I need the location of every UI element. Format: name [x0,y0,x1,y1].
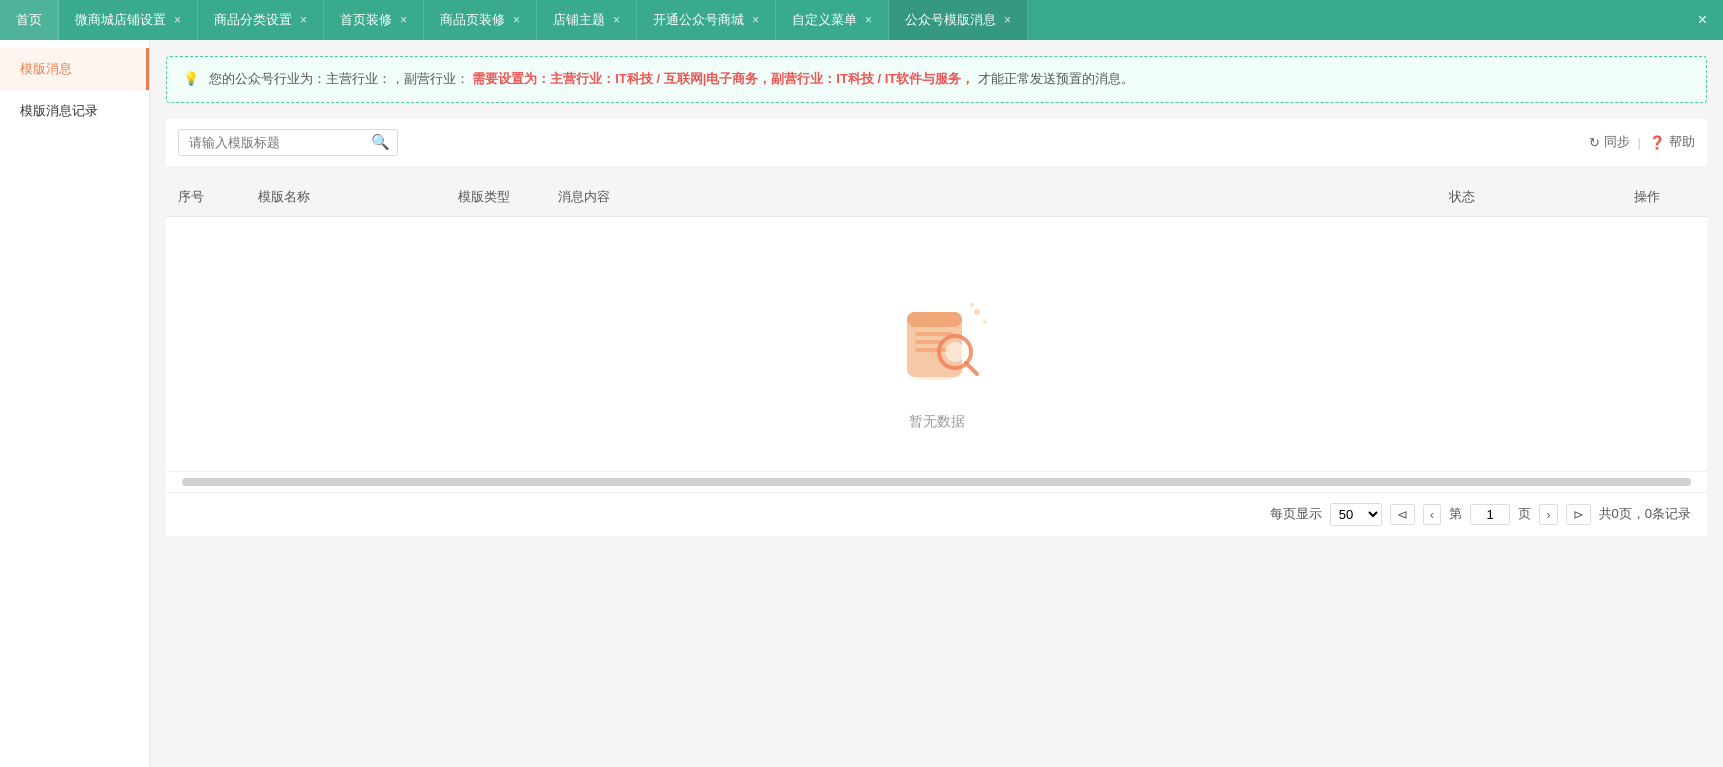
tab-shop-theme-label: 店铺主题 [553,11,605,29]
svg-rect-2 [907,312,962,327]
sidebar-item-template-message[interactable]: 模版消息 [0,48,149,90]
notice-box: 💡 您的公众号行业为：主营行业：，副营行业： 需要设置为：主营行业：IT科技 /… [166,56,1707,103]
tab-template-msg[interactable]: 公众号模版消息 × [889,0,1028,40]
svg-point-11 [970,303,974,307]
page-last-button[interactable]: ⊳ [1566,504,1591,525]
notice-highlight: 需要设置为：主营行业：IT科技 / 互联网|电子商务，副营行业：IT科技 / I… [472,71,974,86]
tab-custom-menu[interactable]: 自定义菜单 × [776,0,889,40]
table-wrap: 序号 模版名称 模版类型 消息内容 状态 操作 [166,178,1707,536]
tab-product-page-label: 商品页装修 [440,11,505,29]
page-size-select[interactable]: 50 20 100 [1330,503,1382,526]
search-row: 🔍 ↻ 同步 | ❓ 帮助 [166,119,1707,166]
empty-illustration [877,277,997,397]
table-header: 序号 模版名称 模版类型 消息内容 状态 操作 [166,178,1707,217]
sync-icon: ↻ [1589,135,1600,150]
svg-point-10 [983,320,987,324]
tab-product-page-close[interactable]: × [513,14,520,26]
tab-shop-theme[interactable]: 店铺主题 × [537,0,637,40]
search-left: 🔍 [178,129,398,156]
tab-bar: 首页 微商城店铺设置 × 商品分类设置 × 首页装修 × 商品页装修 × 店铺主… [0,0,1723,40]
tab-bar-close-all[interactable]: × [1682,11,1723,29]
pagination-row: 每页显示 50 20 100 ⊲ ‹ 第 页 › ⊳ 共0页，0条记录 [166,492,1707,536]
sidebar: 模版消息 模版消息记录 [0,40,150,767]
search-input-wrap: 🔍 [178,129,398,156]
page-prev-button[interactable]: ‹ [1423,504,1441,525]
sidebar-item-template-record[interactable]: 模版消息记录 [0,90,149,132]
help-label: 帮助 [1669,133,1695,151]
tab-open-mall-close[interactable]: × [752,14,759,26]
th-status: 状态 [1437,178,1587,216]
tab-home-decor-label: 首页装修 [340,11,392,29]
tab-shop-settings-label: 微商城店铺设置 [75,11,166,29]
tab-open-mall[interactable]: 开通公众号商城 × [637,0,776,40]
sidebar-item-template-message-label: 模版消息 [20,61,72,76]
divider: | [1638,135,1641,150]
notice-prefix: 您的公众号行业为：主营行业：，副营行业： [209,71,469,86]
empty-state: 暂无数据 [166,217,1707,471]
help-button[interactable]: ❓ 帮助 [1649,133,1695,151]
tab-product-category-label: 商品分类设置 [214,11,292,29]
per-page-label: 每页显示 [1270,505,1322,523]
notice-icon: 💡 [183,71,199,86]
tab-shop-settings-close[interactable]: × [174,14,181,26]
scroll-bar-area [166,471,1707,492]
th-content: 消息内容 [546,178,1437,216]
tab-home-decor-close[interactable]: × [400,14,407,26]
svg-point-9 [974,309,980,315]
th-ops: 操作 [1587,178,1707,216]
tab-home[interactable]: 首页 [0,0,59,40]
tab-product-category[interactable]: 商品分类设置 × [198,0,324,40]
tab-home-decor[interactable]: 首页装修 × [324,0,424,40]
svg-point-7 [945,342,965,362]
page-first-button[interactable]: ⊲ [1390,504,1415,525]
tab-custom-menu-label: 自定义菜单 [792,11,857,29]
notice-suffix: 才能正常发送预置的消息。 [978,71,1134,86]
main-layout: 模版消息 模版消息记录 💡 您的公众号行业为：主营行业：，副营行业： 需要设置为… [0,40,1723,767]
page-next-button[interactable]: › [1539,504,1557,525]
tab-product-category-close[interactable]: × [300,14,307,26]
th-seq: 序号 [166,178,246,216]
th-name: 模版名称 [246,178,446,216]
sync-label: 同步 [1604,133,1630,151]
th-type: 模版类型 [446,178,546,216]
sidebar-item-template-record-label: 模版消息记录 [20,103,98,118]
tab-product-page[interactable]: 商品页装修 × [424,0,537,40]
page-total: 共0页，0条记录 [1599,505,1691,523]
search-icon[interactable]: 🔍 [371,133,390,151]
svg-line-8 [966,363,977,374]
tab-shop-theme-close[interactable]: × [613,14,620,26]
search-input[interactable] [178,129,398,156]
help-icon: ❓ [1649,135,1665,150]
horizontal-scrollbar[interactable] [182,478,1691,486]
page-suffix: 页 [1518,505,1531,523]
tab-template-msg-label: 公众号模版消息 [905,11,996,29]
tab-shop-settings[interactable]: 微商城店铺设置 × [59,0,198,40]
svg-rect-5 [915,348,949,352]
search-right: ↻ 同步 | ❓ 帮助 [1589,133,1695,151]
content-area: 💡 您的公众号行业为：主营行业：，副营行业： 需要设置为：主营行业：IT科技 /… [150,40,1723,767]
sync-button[interactable]: ↻ 同步 [1589,133,1630,151]
tab-custom-menu-close[interactable]: × [865,14,872,26]
tab-template-msg-close[interactable]: × [1004,14,1011,26]
tab-home-label: 首页 [16,11,42,29]
page-label: 第 [1449,505,1462,523]
empty-text: 暂无数据 [909,413,965,431]
page-number-input[interactable] [1470,504,1510,525]
tab-open-mall-label: 开通公众号商城 [653,11,744,29]
svg-rect-3 [915,332,953,336]
